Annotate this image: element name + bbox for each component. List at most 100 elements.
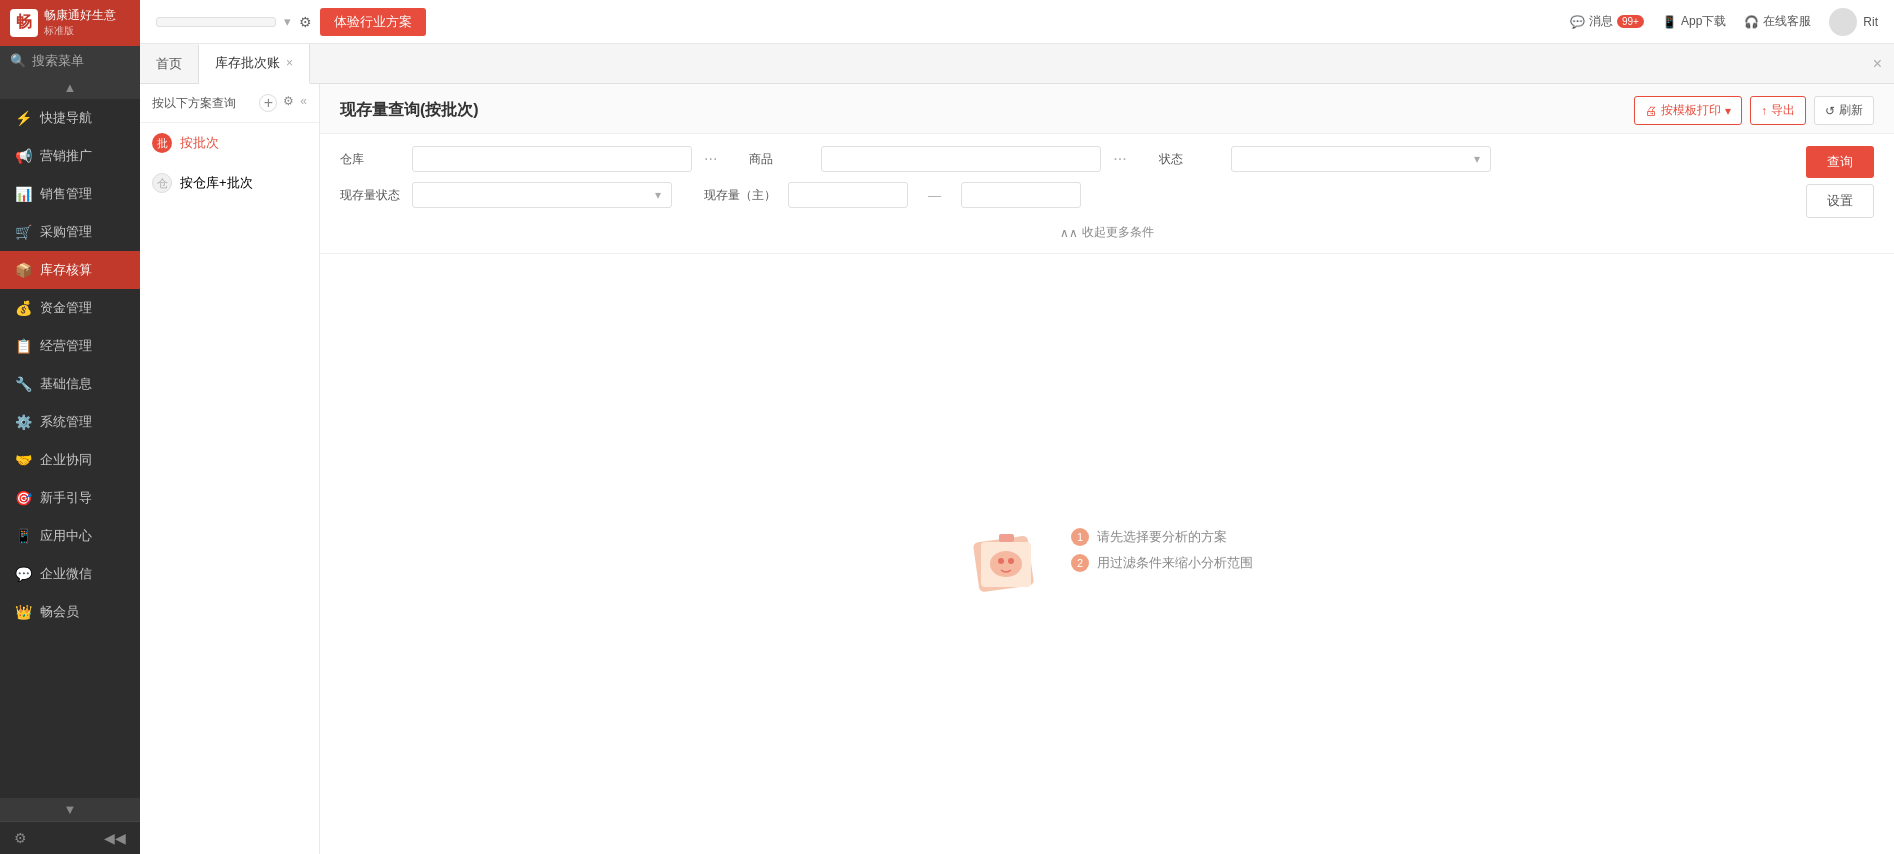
topbar-chevron-icon[interactable]: ▾ xyxy=(284,14,291,29)
sidebar-item-label: 快捷导航 xyxy=(40,109,92,127)
content-area: 按以下方案查询 + ⚙ « 批 按批次 仓 按仓库+批次 现存量查询(按批次) xyxy=(140,84,1894,854)
app-info: 畅康通好生意 标准版 xyxy=(44,8,116,38)
status-label: 状态 xyxy=(1159,151,1219,168)
scheme-item-by-batch[interactable]: 批 按批次 xyxy=(140,123,319,163)
tab-batch-account[interactable]: 库存批次账 × xyxy=(199,44,310,84)
sidebar-item-label: 系统管理 xyxy=(40,413,92,431)
app-download-label: App下载 xyxy=(1681,13,1726,30)
empty-state: 1 请先选择要分析的方案 2 用过滤条件来缩小分析范围 xyxy=(320,254,1894,854)
warehouse-label: 仓库 xyxy=(340,151,400,168)
product-dots-btn[interactable]: ··· xyxy=(1113,150,1126,168)
inventory-qty-max-input[interactable] xyxy=(961,182,1081,208)
empty-illustration xyxy=(961,514,1041,594)
sidebar-item-label: 畅会员 xyxy=(40,603,79,621)
inventory-status-select[interactable]: ▾ xyxy=(412,182,672,208)
topbar-gear-icon[interactable]: ⚙ xyxy=(299,14,312,30)
sidebar-item-apps[interactable]: 📱 应用中心 xyxy=(0,517,140,555)
app-edition: 标准版 xyxy=(44,24,116,38)
sidebar-item-system[interactable]: ⚙️ 系统管理 xyxy=(0,403,140,441)
tip-text-1: 请先选择要分析的方案 xyxy=(1097,528,1227,546)
template-print-btn[interactable]: 🖨 按模板打印 ▾ xyxy=(1634,96,1742,125)
sidebar-item-label: 企业微信 xyxy=(40,565,92,583)
sidebar-item-marketing[interactable]: 📢 营销推广 xyxy=(0,137,140,175)
refresh-icon: ↺ xyxy=(1825,104,1835,118)
warehouse-input[interactable] xyxy=(412,146,692,172)
collapse-btn[interactable]: ∧∧ 收起更多条件 xyxy=(340,218,1874,241)
member-icon: 👑 xyxy=(14,604,32,620)
scheme-item-label: 按仓库+批次 xyxy=(180,174,253,192)
sidebar-item-member[interactable]: 👑 畅会员 xyxy=(0,593,140,631)
collapse-sidebar-btn[interactable]: ◀◀ xyxy=(104,830,126,846)
sidebar-item-operations[interactable]: 📋 经营管理 xyxy=(0,327,140,365)
settings-btn[interactable]: 设置 xyxy=(1806,184,1874,218)
tabs-close-all-btn[interactable]: × xyxy=(1861,55,1894,73)
headset-icon: 🎧 xyxy=(1744,15,1759,29)
collapse-label: 收起更多条件 xyxy=(1082,224,1154,241)
sidebar-item-quick-nav[interactable]: ⚡ 快捷导航 xyxy=(0,99,140,137)
purchase-icon: 🛒 xyxy=(14,224,32,240)
scheme-icon-gray: 仓 xyxy=(152,173,172,193)
sidebar-item-sales[interactable]: 📊 销售管理 xyxy=(0,175,140,213)
topbar: ▾ ⚙ 体验行业方案 💬 消息 99+ 📱 App下载 🎧 在线客服 Rit xyxy=(140,0,1894,44)
add-scheme-btn[interactable]: + xyxy=(259,94,277,112)
sidebar-item-label: 企业协同 xyxy=(40,451,92,469)
app-company: 畅康通好生意 xyxy=(44,8,116,24)
sales-icon: 📊 xyxy=(14,186,32,202)
trial-button[interactable]: 体验行业方案 xyxy=(320,8,426,36)
inventory-qty-min-input[interactable] xyxy=(788,182,908,208)
inventory-status-chevron-icon: ▾ xyxy=(655,188,661,202)
product-input[interactable] xyxy=(821,146,1101,172)
scheme-panel: 按以下方案查询 + ⚙ « 批 按批次 仓 按仓库+批次 xyxy=(140,84,320,854)
sidebar-item-basics[interactable]: 🔧 基础信息 xyxy=(0,365,140,403)
close-all-icon: × xyxy=(1873,55,1882,72)
sidebar: 畅 畅康通好生意 标准版 🔍 搜索菜单 ▲ ⚡ 快捷导航 📢 营销推广 📊 销售… xyxy=(0,0,140,854)
svg-point-4 xyxy=(1008,558,1014,564)
tab-batch-label: 库存批次账 xyxy=(215,54,280,72)
user-area[interactable]: Rit xyxy=(1829,8,1878,36)
status-select[interactable]: ▾ xyxy=(1231,146,1491,172)
sidebar-item-purchase[interactable]: 🛒 采购管理 xyxy=(0,213,140,251)
messages-btn[interactable]: 💬 消息 99+ xyxy=(1570,13,1644,30)
filter-row-inventory: 现存量状态 ▾ 现存量（主） — xyxy=(340,182,1782,208)
scheme-settings-btn[interactable]: ⚙ xyxy=(283,94,294,112)
tip-text-2: 用过滤条件来缩小分析范围 xyxy=(1097,554,1253,572)
sidebar-item-wechat[interactable]: 💬 企业微信 xyxy=(0,555,140,593)
export-btn[interactable]: ↑ 导出 xyxy=(1750,96,1806,125)
warehouse-dots-btn[interactable]: ··· xyxy=(704,150,717,168)
sidebar-item-finance[interactable]: 💰 资金管理 xyxy=(0,289,140,327)
sidebar-search-item[interactable]: 🔍 搜索菜单 xyxy=(0,46,140,76)
main-area: ▾ ⚙ 体验行业方案 💬 消息 99+ 📱 App下载 🎧 在线客服 Rit xyxy=(140,0,1894,854)
query-btn[interactable]: 查询 xyxy=(1806,146,1874,178)
basics-icon: 🔧 xyxy=(14,376,32,392)
operations-icon: 📋 xyxy=(14,338,32,354)
empty-svg xyxy=(961,514,1051,604)
empty-tips: 1 请先选择要分析的方案 2 用过滤条件来缩小分析范围 xyxy=(1071,528,1253,580)
filter-fields: 仓库 ··· 商品 ··· 状态 ▾ xyxy=(340,146,1782,208)
scroll-up-btn[interactable]: ▲ xyxy=(0,76,140,99)
settings-footer-btn[interactable]: ⚙ xyxy=(14,830,27,846)
sidebar-item-enterprise[interactable]: 🤝 企业协同 xyxy=(0,441,140,479)
scheme-item-by-warehouse-batch[interactable]: 仓 按仓库+批次 xyxy=(140,163,319,203)
scheme-panel-actions: + ⚙ « xyxy=(259,94,307,112)
tab-close-icon[interactable]: × xyxy=(286,56,293,70)
inventory-qty-label: 现存量（主） xyxy=(704,187,776,204)
refresh-label: 刷新 xyxy=(1839,102,1863,119)
sidebar-item-newbie[interactable]: 🎯 新手引导 xyxy=(0,479,140,517)
scroll-down-btn[interactable]: ▼ xyxy=(0,798,140,821)
inventory-qty-dash: — xyxy=(928,188,941,203)
template-print-label: 按模板打印 xyxy=(1661,102,1721,119)
topbar-search-box[interactable] xyxy=(156,17,276,27)
printer-icon: 🖨 xyxy=(1645,104,1657,118)
apps-icon: 📱 xyxy=(14,528,32,544)
refresh-btn[interactable]: ↺ 刷新 xyxy=(1814,96,1874,125)
scheme-collapse-btn[interactable]: « xyxy=(300,94,307,112)
online-service-btn[interactable]: 🎧 在线客服 xyxy=(1744,13,1811,30)
app-download-icon: 📱 xyxy=(1662,15,1677,29)
scheme-item-label: 按批次 xyxy=(180,134,219,152)
filter-row-warehouse: 仓库 ··· 商品 ··· 状态 ▾ xyxy=(340,146,1782,172)
sidebar-footer: ⚙ ◀◀ xyxy=(0,821,140,854)
app-download-btn[interactable]: 📱 App下载 xyxy=(1662,13,1726,30)
tab-home[interactable]: 首页 xyxy=(140,45,199,83)
newbie-icon: 🎯 xyxy=(14,490,32,506)
sidebar-item-inventory[interactable]: 📦 库存核算 xyxy=(0,251,140,289)
